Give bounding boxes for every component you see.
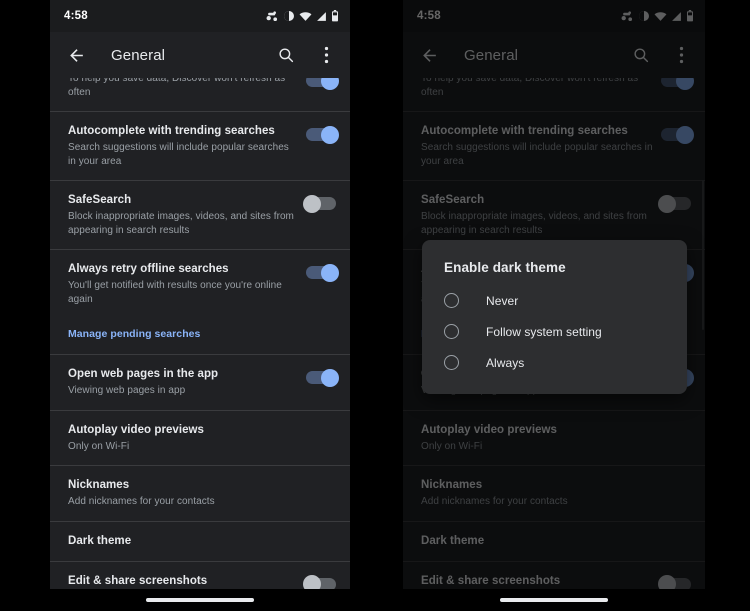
list-item-title: Open web pages in the app (68, 368, 219, 380)
row-text-group: Dark theme (68, 534, 336, 549)
list-item-toggle[interactable] (306, 368, 339, 387)
home-gesture-pill[interactable] (146, 598, 254, 602)
page-title: General (111, 46, 166, 64)
toggle-thumb (303, 194, 321, 213)
list-item-title: Dark theme (68, 534, 132, 547)
dark-theme-dialog: Enable dark theme Never Follow system se… (422, 240, 687, 394)
list-item-dark-theme[interactable]: Dark theme (50, 522, 350, 562)
dialog-option-label: Follow system setting (486, 324, 602, 339)
toggle-thumb (321, 368, 339, 387)
toggle-thumb (321, 125, 339, 144)
dialog-option-label: Always (486, 355, 525, 370)
list-item-subtitle: Search suggestions will include popular … (68, 142, 289, 167)
list-item[interactable]: Autoplay video previews Only on Wi-Fi (50, 411, 350, 466)
list-item[interactable]: Always retry offline searches You'll get… (50, 250, 350, 318)
phone-screen-right: 4:58 (403, 0, 705, 611)
list-item-subtitle: Only on Wi-Fi (68, 440, 130, 452)
list-item-title: Autoplay video previews (68, 423, 204, 436)
phone-screen-left: 4:58 General To help you save data, Disc… (50, 0, 350, 611)
list-item[interactable]: Autocomplete with trending searches Sear… (50, 112, 350, 181)
row-text-group: Autocomplete with trending searches Sear… (68, 124, 306, 168)
nearby-share-icon (266, 10, 279, 22)
radio-button-icon[interactable] (444, 324, 459, 339)
dialog-option-never[interactable]: Never (422, 285, 687, 316)
radio-button-icon[interactable] (444, 293, 459, 308)
gesture-nav-bar (50, 589, 350, 611)
row-text-group: SafeSearch Block inappropriate images, v… (68, 193, 306, 237)
status-time: 4:58 (64, 10, 88, 22)
do-not-disturb-icon (283, 10, 295, 22)
list-item-toggle[interactable] (306, 78, 339, 90)
manage-pending-searches-link[interactable]: Manage pending searches (50, 318, 350, 355)
row-text-group: To help you save data, Discover won't re… (68, 78, 306, 99)
screenshot-stage: 4:58 General To help you save data, Disc… (0, 0, 750, 611)
row-text-group: Nicknames Add nicknames for your contact… (68, 478, 336, 509)
row-text-group: Open web pages in the app Viewing web pa… (68, 367, 306, 398)
list-item-title: Autocomplete with trending searches (68, 125, 275, 137)
list-item[interactable]: SafeSearch Block inappropriate images, v… (50, 181, 350, 250)
list-item-subtitle: Add nicknames for your contacts (68, 496, 215, 507)
list-item-subtitle: To help you save data, Discover won't re… (68, 78, 286, 98)
toggle-thumb (321, 263, 339, 282)
wifi-icon (299, 11, 312, 22)
back-arrow-icon[interactable] (64, 43, 88, 67)
dialog-option-follow-system-setting[interactable]: Follow system setting (422, 316, 687, 347)
more-options-icon[interactable] (314, 43, 338, 67)
cellular-signal-icon (316, 11, 327, 22)
list-item-subtitle: You'll get notified with results once yo… (68, 280, 282, 305)
list-item-title: Nicknames (68, 479, 130, 491)
list-item[interactable]: Nicknames Add nicknames for your contact… (50, 466, 350, 522)
row-text-group: Always retry offline searches You'll get… (68, 262, 306, 306)
list-item-subtitle: Viewing web pages in app (68, 385, 186, 396)
app-bar-left: General (50, 32, 350, 78)
list-item-title: SafeSearch (68, 194, 132, 206)
list-item-toggle[interactable] (306, 125, 339, 144)
list-item-subtitle: Block inappropriate images, videos, and … (68, 211, 294, 236)
radio-button-icon[interactable] (444, 355, 459, 370)
list-item-toggle[interactable] (303, 194, 336, 213)
list-item-title: Always retry offline searches (68, 263, 229, 275)
settings-list-left[interactable]: To help you save data, Discover won't re… (50, 78, 350, 611)
dialog-option-label: Never (486, 293, 519, 308)
dialog-title: Enable dark theme (444, 260, 566, 275)
gesture-nav-bar (403, 589, 705, 611)
toggle-thumb (321, 78, 339, 90)
dialog-option-always[interactable]: Always (422, 347, 687, 378)
list-item-title: Edit & share screenshots (68, 574, 208, 587)
home-gesture-pill[interactable] (500, 598, 608, 602)
row-text-group: Autoplay video previews Only on Wi-Fi (68, 423, 336, 454)
list-item[interactable]: To help you save data, Discover won't re… (50, 78, 350, 112)
status-bar-left: 4:58 (50, 0, 350, 32)
list-item-toggle[interactable] (306, 263, 339, 282)
list-item[interactable]: Open web pages in the app Viewing web pa… (50, 355, 350, 411)
search-icon[interactable] (274, 43, 298, 67)
battery-icon (331, 10, 339, 22)
status-icon-group (266, 10, 339, 22)
